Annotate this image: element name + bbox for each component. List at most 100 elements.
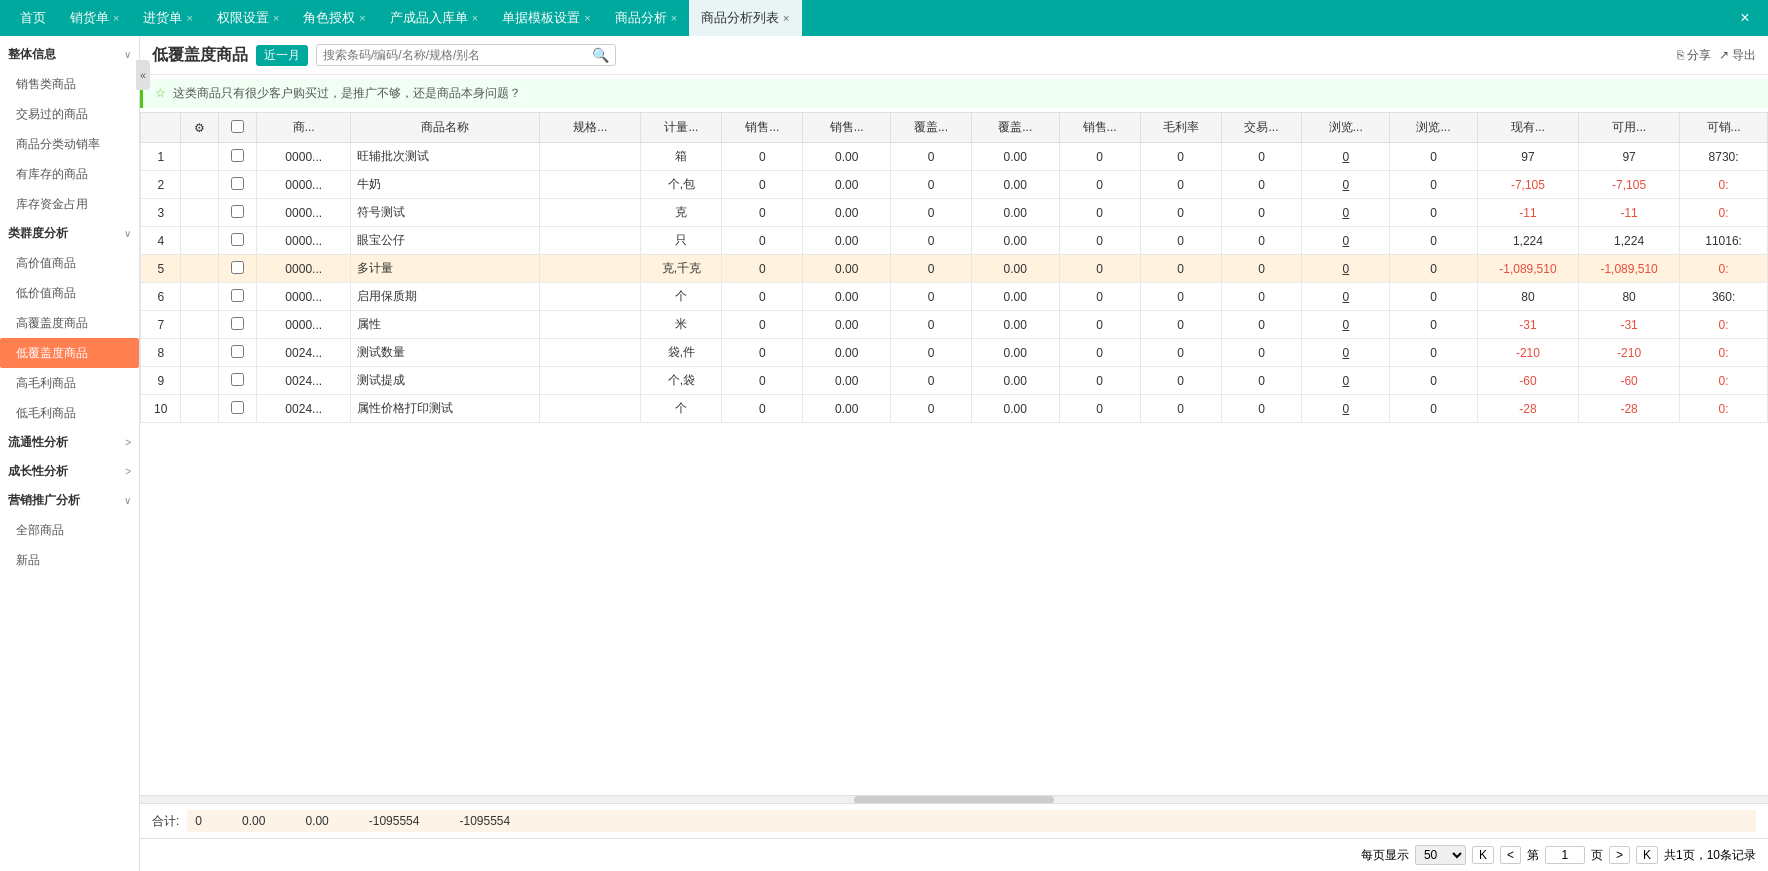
nav-sale-close[interactable]: × — [113, 12, 119, 24]
row-browse1[interactable]: 0 — [1302, 227, 1390, 255]
window-close-button[interactable]: × — [1730, 0, 1760, 36]
row-checkbox[interactable] — [231, 149, 244, 162]
export-button[interactable]: ↗ 导出 — [1719, 47, 1756, 64]
row-unit: 袋,件 — [641, 339, 722, 367]
row-sales3: 0 — [1059, 199, 1140, 227]
row-browse1[interactable]: 0 — [1302, 143, 1390, 171]
sidebar-item-high-value[interactable]: 高价值商品 — [0, 248, 139, 278]
sidebar-item-high-margin[interactable]: 高毛利商品 — [0, 368, 139, 398]
search-icon[interactable]: 🔍 — [592, 47, 609, 63]
sidebar-item-sales-products[interactable]: 销售类商品 — [0, 69, 139, 99]
nav-role-close[interactable]: × — [359, 12, 365, 24]
sidebar-item-low-value[interactable]: 低价值商品 — [0, 278, 139, 308]
page-size-select[interactable]: 50 100 200 — [1415, 845, 1466, 865]
sidebar-item-with-stock[interactable]: 有库存的商品 — [0, 159, 139, 189]
nav-stock-in-close[interactable]: × — [472, 12, 478, 24]
row-check[interactable] — [219, 199, 257, 227]
row-available: -210 — [1579, 339, 1680, 367]
row-sales3: 0 — [1059, 367, 1140, 395]
row-checkbox[interactable] — [231, 317, 244, 330]
nav-permission-close[interactable]: × — [273, 12, 279, 24]
table-row: 7 0000... 属性 米 0 0.00 0 0.00 0 0 0 0 0 -… — [141, 311, 1768, 339]
sidebar-section-cluster[interactable]: 类群度分析 ∨ — [0, 219, 139, 248]
first-page-button[interactable]: K — [1472, 846, 1494, 864]
table-row: 10 0024... 属性价格打印测试 个 0 0.00 0 0.00 0 0 … — [141, 395, 1768, 423]
nav-template-close[interactable]: × — [584, 12, 590, 24]
sidebar-item-low-coverage[interactable]: 低覆盖度商品 — [0, 338, 139, 368]
col-name-header: 商品名称 — [351, 113, 540, 143]
row-check[interactable] — [219, 367, 257, 395]
row-check[interactable] — [219, 227, 257, 255]
sidebar-item-low-margin[interactable]: 低毛利商品 — [0, 398, 139, 428]
nav-stock-in[interactable]: 产成品入库单 × — [378, 0, 490, 36]
nav-permission[interactable]: 权限设置 × — [205, 0, 291, 36]
footer-label: 合计: — [152, 813, 179, 830]
share-button[interactable]: ⎘ 分享 — [1677, 47, 1711, 64]
search-input[interactable] — [323, 48, 592, 62]
row-checkbox[interactable] — [231, 233, 244, 246]
sidebar-section-marketing[interactable]: 营销推广分析 ∨ — [0, 486, 139, 515]
row-checkbox[interactable] — [231, 401, 244, 414]
row-settings — [181, 311, 219, 339]
row-checkbox[interactable] — [231, 345, 244, 358]
sidebar-toggle-button[interactable]: « — [136, 60, 150, 90]
row-browse1[interactable]: 0 — [1302, 199, 1390, 227]
sidebar-item-high-coverage[interactable]: 高覆盖度商品 — [0, 308, 139, 338]
nav-template[interactable]: 单据模板设置 × — [490, 0, 602, 36]
row-browse1[interactable]: 0 — [1302, 395, 1390, 423]
row-browse1[interactable]: 0 — [1302, 339, 1390, 367]
row-browse1[interactable]: 0 — [1302, 311, 1390, 339]
row-checkbox[interactable] — [231, 289, 244, 302]
row-checkbox[interactable] — [231, 373, 244, 386]
nav-analysis[interactable]: 商品分析 × — [603, 0, 689, 36]
sidebar-section-circulation[interactable]: 流通性分析 > — [0, 428, 139, 457]
row-trade: 0 — [1221, 311, 1302, 339]
row-sales-amt: 0.00 — [803, 143, 891, 171]
row-current-stock: -11 — [1477, 199, 1578, 227]
nav-role[interactable]: 角色授权 × — [291, 0, 377, 36]
row-checkbox[interactable] — [231, 177, 244, 190]
row-check[interactable] — [219, 283, 257, 311]
nav-analysis-list[interactable]: 商品分析列表 × — [689, 0, 801, 36]
col-check-header[interactable] — [219, 113, 257, 143]
sidebar-item-new-products[interactable]: 新品 — [0, 545, 139, 575]
sidebar-section-growth[interactable]: 成长性分析 > — [0, 457, 139, 486]
row-check[interactable] — [219, 171, 257, 199]
col-browse2-header: 浏览... — [1390, 113, 1478, 143]
row-browse2: 0 — [1390, 199, 1478, 227]
sidebar-item-traded-products[interactable]: 交易过的商品 — [0, 99, 139, 129]
sidebar-item-category-rate[interactable]: 商品分类动销率 — [0, 129, 139, 159]
sidebar-section-overall[interactable]: 整体信息 ∨ — [0, 40, 139, 69]
sidebar-item-stock-fund[interactable]: 库存资金占用 — [0, 189, 139, 219]
row-check[interactable] — [219, 311, 257, 339]
nav-purchase-close[interactable]: × — [186, 12, 192, 24]
row-browse1[interactable]: 0 — [1302, 367, 1390, 395]
nav-purchase[interactable]: 进货单 × — [131, 0, 204, 36]
page-label: 第 — [1527, 847, 1539, 864]
last-page-button[interactable]: K — [1636, 846, 1658, 864]
next-page-button[interactable]: > — [1609, 846, 1630, 864]
period-button[interactable]: 近一月 — [256, 45, 308, 66]
row-browse1[interactable]: 0 — [1302, 283, 1390, 311]
select-all-checkbox[interactable] — [231, 120, 244, 133]
nav-home[interactable]: 首页 — [8, 0, 58, 36]
horizontal-scrollbar[interactable] — [140, 795, 1768, 803]
data-table-container[interactable]: ⚙ 商... 商品名称 规格... 计量... 销售... 销售... 覆盖..… — [140, 112, 1768, 795]
prev-page-button[interactable]: < — [1500, 846, 1521, 864]
row-check[interactable] — [219, 339, 257, 367]
nav-analysis-close[interactable]: × — [671, 12, 677, 24]
sidebar-item-all-products[interactable]: 全部商品 — [0, 515, 139, 545]
page-number-input[interactable] — [1545, 846, 1585, 864]
footer-sum-area: 0 0.00 0.00 -1095554 -1095554 — [187, 810, 1756, 832]
row-checkbox[interactable] — [231, 205, 244, 218]
row-browse1[interactable]: 0 — [1302, 255, 1390, 283]
row-check[interactable] — [219, 143, 257, 171]
col-settings-header[interactable]: ⚙ — [181, 113, 219, 143]
row-checkbox[interactable] — [231, 261, 244, 274]
row-check[interactable] — [219, 255, 257, 283]
row-current-stock: -60 — [1477, 367, 1578, 395]
row-check[interactable] — [219, 395, 257, 423]
nav-analysis-list-close[interactable]: × — [783, 12, 789, 24]
nav-sale[interactable]: 销货单 × — [58, 0, 131, 36]
row-browse1[interactable]: 0 — [1302, 171, 1390, 199]
